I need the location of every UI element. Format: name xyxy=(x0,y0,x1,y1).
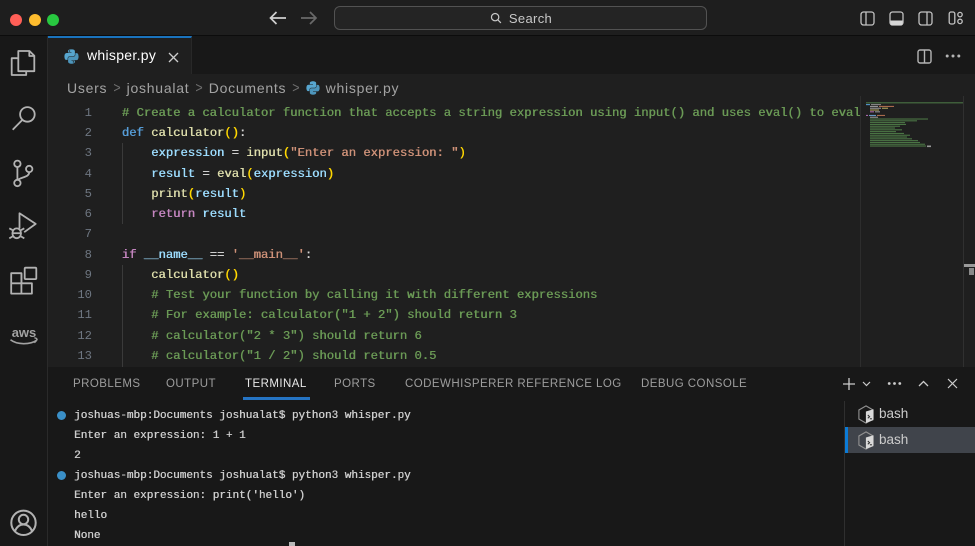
svg-text:aws: aws xyxy=(12,325,37,340)
